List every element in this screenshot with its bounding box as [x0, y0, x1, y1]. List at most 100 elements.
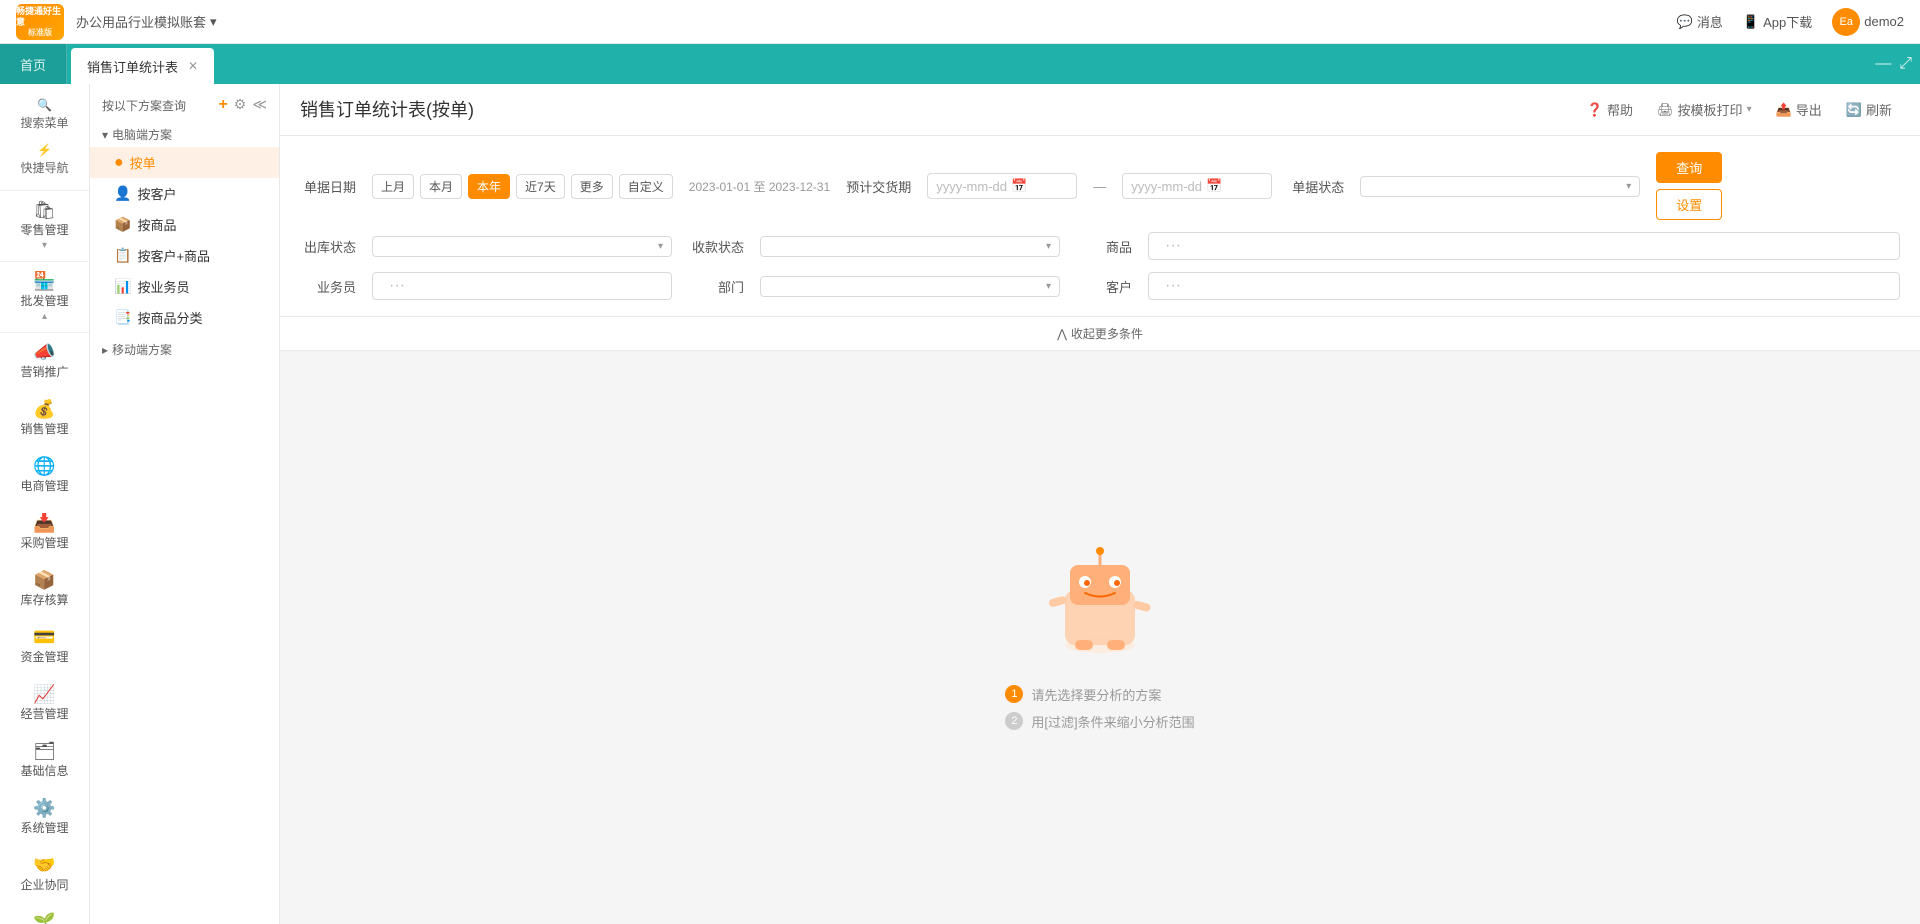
salesperson-dots[interactable]: ··· [389, 277, 405, 295]
tab-home-label: 首页 [20, 55, 46, 74]
scheme-item-by-salesperson[interactable]: 📊 按业务员 [90, 271, 279, 302]
sidebar-item-wholesale[interactable]: 🏪 批发管理 ▴ [0, 262, 89, 332]
sidebar-item-finance[interactable]: 💳 资金管理 [0, 618, 89, 675]
scheme-item-by-order[interactable]: ● 按单 [90, 147, 279, 178]
left-panel: 按以下方案查询 + ⚙ ≪ ▾ 电脑端方案 ● 按单 👤 按客户 📦 [90, 84, 280, 924]
date-btn-last-month[interactable]: 上月 [372, 174, 414, 199]
sidebar-item-ecommerce[interactable]: 🌐 电商管理 [0, 447, 89, 504]
customer-label: 客户 [1076, 277, 1132, 296]
tip-text-1: 请先选择要分析的方案 [1031, 685, 1161, 704]
system-icon: ⚙️ [33, 799, 55, 817]
sidebar-item-basic[interactable]: 🗂 基础信息 [0, 732, 89, 789]
receive-status-select[interactable]: ▾ [760, 236, 1060, 257]
industry-caret-icon: ▾ [210, 14, 217, 30]
ship-status-caret-icon: ▾ [658, 241, 663, 252]
sidebar-item-enterprise[interactable]: 🤝 企业协同 [0, 846, 89, 903]
refresh-icon: 🔄 [1846, 102, 1862, 118]
sidebar-enterprise-label: 企业协同 [20, 876, 68, 893]
export-btn[interactable]: 📤 导出 [1768, 96, 1830, 123]
industry-label: 办公用品行业模拟账套 [76, 12, 206, 31]
scheme-item-by-product-category[interactable]: 📑 按商品分类 [90, 302, 279, 333]
scheme-item-by-product[interactable]: 📦 按商品 [90, 209, 279, 240]
date-btn-last-7days[interactable]: 近7天 [516, 174, 565, 199]
left-panel-title: 按以下方案查询 [102, 97, 186, 114]
dept-caret-icon: ▾ [1046, 281, 1051, 292]
by-product-category-label: 按商品分类 [137, 308, 202, 327]
date-placeholder-start: yyyy-mm-dd [936, 179, 1007, 194]
filter-date-group: 上月 本月 本年 近7天 更多 自定义 [372, 174, 673, 199]
sidebar-item-newbie[interactable]: 🌱 新手引导 [0, 903, 89, 924]
bill-date-label: 单据日期 [300, 177, 356, 196]
message-btn[interactable]: 💬 消息 [1677, 12, 1723, 31]
customer-input[interactable]: ··· [1148, 272, 1900, 300]
date-range-text: 2023-01-01 至 2023-12-31 [689, 178, 830, 195]
sidebar-search-btn[interactable]: 🔍 搜索菜单 [0, 92, 89, 137]
goods-dots[interactable]: ··· [1165, 237, 1181, 255]
help-btn[interactable]: ❓ 帮助 [1579, 96, 1641, 123]
empty-state: 1 请先选择要分析的方案 2 用[过滤]条件来缩小分析范围 [280, 351, 1920, 924]
brand-logo: 畅捷通好生意 标准版 [16, 4, 64, 40]
scheme-settings-icon[interactable]: ⚙ [234, 96, 247, 114]
date-placeholder-end: yyyy-mm-dd [1131, 179, 1202, 194]
scheme-collapse-icon[interactable]: ≪ [252, 96, 267, 114]
query-btn[interactable]: 查询 [1656, 152, 1722, 183]
scheme-group-mobile-title[interactable]: ▸ 移动端方案 [90, 337, 279, 362]
date-btn-this-year[interactable]: 本年 [468, 174, 510, 199]
user-avatar-area[interactable]: Ea demo2 [1832, 8, 1904, 36]
goods-input[interactable]: ··· [1148, 232, 1900, 260]
sidebar-item-inventory[interactable]: 📦 库存核算 [0, 561, 89, 618]
tab-close-icon[interactable]: ✕ [188, 59, 198, 73]
sidebar-item-purchase[interactable]: 📥 采购管理 [0, 504, 89, 561]
bill-status-select[interactable]: ▾ [1360, 176, 1640, 197]
sidebar-item-system[interactable]: ⚙️ 系统管理 [0, 789, 89, 846]
export-label: 导出 [1796, 100, 1822, 119]
tip-num-2: 2 [1005, 712, 1023, 730]
scheme-item-by-customer[interactable]: 👤 按客户 [90, 178, 279, 209]
help-icon: ❓ [1587, 102, 1603, 118]
operation-icon: 📈 [33, 685, 55, 703]
industry-selector[interactable]: 办公用品行业模拟账套 ▾ [76, 12, 217, 31]
sidebar-quicknav-btn[interactable]: ⚡ 快捷导航 [0, 137, 89, 182]
sidebar-item-marketing[interactable]: 📣 营销推广 [0, 333, 89, 390]
by-product-icon: 📦 [114, 216, 131, 233]
add-scheme-btn[interactable]: + [218, 96, 227, 114]
sidebar-wholesale-section: 🏪 批发管理 ▴ [0, 262, 89, 333]
inventory-icon: 📦 [33, 571, 55, 589]
expected-date-start[interactable]: yyyy-mm-dd 📅 [927, 173, 1077, 199]
sidebar-inventory-label: 库存核算 [20, 591, 68, 608]
customer-dots[interactable]: ··· [1165, 277, 1181, 295]
sidebar-retail-section: 🛍 零售管理 ▾ [0, 191, 89, 262]
sidebar-item-retail[interactable]: 🛍 零售管理 ▾ [0, 191, 89, 261]
salesperson-input[interactable]: ··· [372, 272, 672, 300]
expected-date-end[interactable]: yyyy-mm-dd 📅 [1122, 173, 1272, 199]
template-print-btn[interactable]: 🖨 按模板打印 ▾ [1649, 96, 1760, 123]
sidebar-wholesale-label: 批发管理 [20, 292, 68, 309]
filter-area: 单据日期 上月 本月 本年 近7天 更多 自定义 2023-01-01 至 20… [280, 136, 1920, 317]
finance-icon: 💳 [33, 628, 55, 646]
by-customer-product-icon: 📋 [114, 247, 131, 264]
tab-sales-order-stat[interactable]: 销售订单统计表 ✕ [71, 48, 214, 84]
collapse-more-btn[interactable]: ⋀ 收起更多条件 [280, 317, 1920, 351]
filter-row-1: 单据日期 上月 本月 本年 近7天 更多 自定义 2023-01-01 至 20… [300, 152, 1900, 220]
help-label: 帮助 [1607, 100, 1633, 119]
date-btn-this-month[interactable]: 本月 [420, 174, 462, 199]
app-download-btn[interactable]: 📱 App下载 [1743, 12, 1812, 31]
refresh-btn[interactable]: 🔄 刷新 [1838, 96, 1900, 123]
refresh-label: 刷新 [1866, 100, 1892, 119]
dept-select[interactable]: ▾ [760, 276, 1060, 297]
scheme-group-pc-title[interactable]: ▾ 电脑端方案 [90, 122, 279, 147]
window-minimize-btn[interactable]: — [1875, 55, 1891, 73]
ship-status-select[interactable]: ▾ [372, 236, 672, 257]
tab-home[interactable]: 首页 [0, 44, 67, 84]
date-btn-custom[interactable]: 自定义 [619, 174, 673, 199]
search-icon: 🔍 [37, 98, 52, 112]
date-btn-more[interactable]: 更多 [571, 174, 613, 199]
scheme-item-by-customer-product[interactable]: 📋 按客户+商品 [90, 240, 279, 271]
window-maximize-btn[interactable]: ⤢ [1899, 55, 1912, 73]
sidebar-sales-label: 销售管理 [20, 420, 68, 437]
settings-btn[interactable]: 设置 [1656, 189, 1722, 220]
quicknav-icon: ⚡ [37, 143, 52, 157]
tip-num-1: 1 [1005, 685, 1023, 703]
sidebar-item-operation[interactable]: 📈 经营管理 [0, 675, 89, 732]
sidebar-item-sales[interactable]: 💰 销售管理 [0, 390, 89, 447]
